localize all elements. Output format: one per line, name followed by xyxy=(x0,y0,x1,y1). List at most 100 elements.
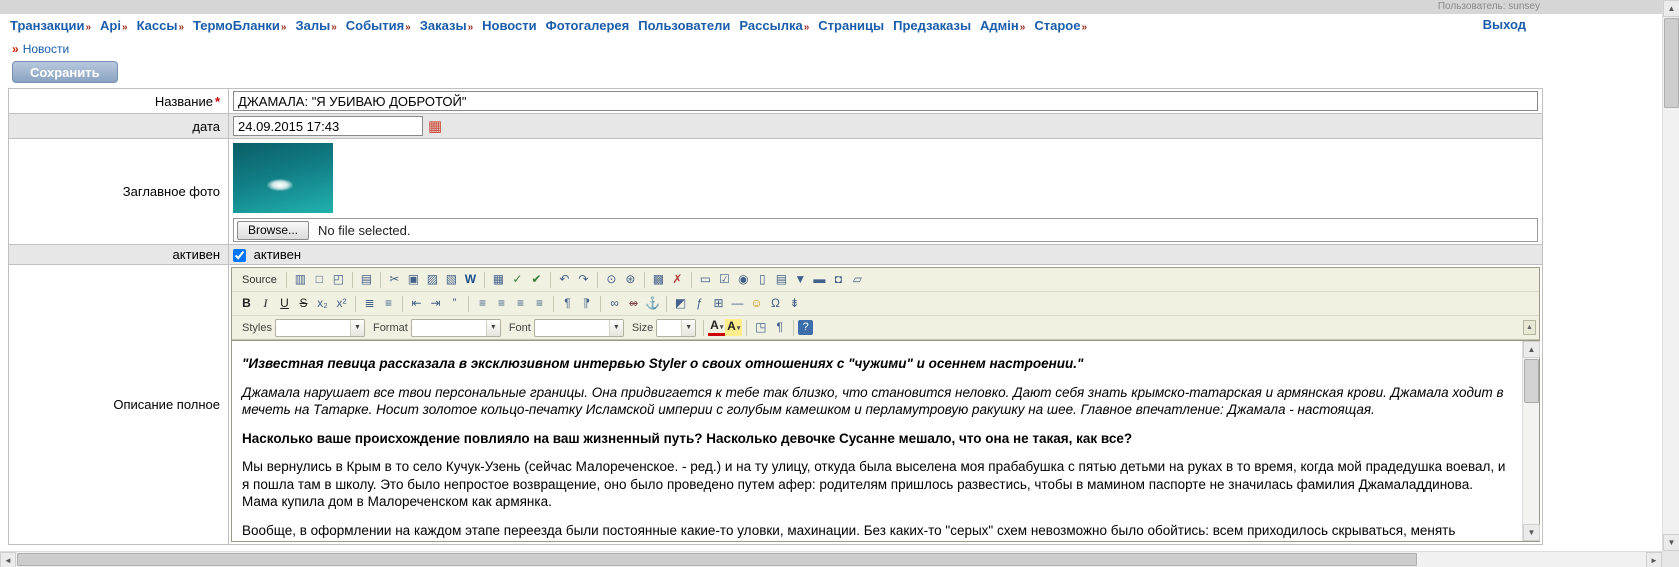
menu-item-news[interactable]: Новости xyxy=(482,18,537,33)
underline-icon[interactable]: U xyxy=(275,294,294,313)
menu-item-users[interactable]: Пользователи xyxy=(638,18,730,33)
menu-item-cash-desks[interactable]: Кассы» xyxy=(137,18,184,33)
save-icon[interactable]: ▥ xyxy=(291,270,310,289)
scroll-up-icon[interactable]: ▲ xyxy=(1663,0,1679,17)
menu-item-halls[interactable]: Залы» xyxy=(295,18,336,33)
replace-icon[interactable]: ⊛ xyxy=(621,270,640,289)
calendar-icon[interactable]: ▦ xyxy=(428,118,442,135)
align-left-icon[interactable]: ≡ xyxy=(473,294,492,313)
checkbox-icon[interactable]: ☑ xyxy=(715,270,734,289)
styles-combo[interactable]: ▼ xyxy=(274,318,365,337)
menu-item-logout[interactable]: Выход xyxy=(1483,17,1526,32)
button-icon[interactable]: ▬ xyxy=(810,270,829,289)
scroll-down-icon[interactable]: ▼ xyxy=(1663,534,1679,551)
hidden-field-icon[interactable]: ▱ xyxy=(848,270,867,289)
paste-text-icon[interactable]: ▧ xyxy=(442,270,461,289)
flash-icon[interactable]: ƒ xyxy=(690,294,709,313)
link-icon[interactable]: ∞ xyxy=(605,294,624,313)
superscript-icon[interactable]: x² xyxy=(332,294,351,313)
show-blocks-icon[interactable]: ¶ xyxy=(770,318,789,337)
bulleted-list-icon[interactable]: ≡ xyxy=(379,294,398,313)
text-color-icon[interactable]: A xyxy=(708,319,726,337)
italic-icon[interactable]: I xyxy=(256,294,275,313)
textarea-icon[interactable]: ▤ xyxy=(772,270,791,289)
menu-item-events[interactable]: События» xyxy=(346,18,411,33)
menu-item-pages[interactable]: Страницы xyxy=(818,18,884,33)
text-direction-rtl-icon[interactable]: ¶ xyxy=(577,294,596,313)
unlink-icon[interactable]: ∞ xyxy=(624,294,643,313)
menu-item-thermo-blanks[interactable]: ТермоБланки» xyxy=(193,18,286,33)
image-button-icon[interactable]: ◘ xyxy=(829,270,848,289)
menu-item-preorders[interactable]: Предзаказы xyxy=(893,18,971,33)
align-center-icon[interactable]: ≡ xyxy=(492,294,511,313)
menu-item-admin[interactable]: Адмін» xyxy=(980,18,1025,33)
editor-scrollbar[interactable]: ▲ ▼ xyxy=(1522,341,1540,542)
page-horizontal-scrollbar[interactable]: ◄ ► xyxy=(0,551,1662,567)
editor-content[interactable]: "Известная певица рассказала в эксклюзив… xyxy=(232,341,1522,541)
page-horizontal-scrollbar-thumb[interactable] xyxy=(17,553,1417,566)
font-combo[interactable]: ▼ xyxy=(533,318,624,337)
subscript-icon[interactable]: x₂ xyxy=(313,294,332,313)
numbered-list-icon[interactable]: ≣ xyxy=(360,294,379,313)
smiley-icon[interactable]: ☺ xyxy=(747,294,766,313)
decrease-indent-icon[interactable]: ⇤ xyxy=(407,294,426,313)
copy-icon[interactable]: ▣ xyxy=(404,270,423,289)
toolbar-collapse-button[interactable]: ▲ xyxy=(1523,320,1536,336)
paste-icon[interactable]: ▨ xyxy=(423,270,442,289)
strikethrough-icon[interactable]: S xyxy=(294,294,313,313)
size-combo[interactable]: ▼ xyxy=(656,318,697,337)
special-character-icon[interactable]: Ω xyxy=(766,294,785,313)
scroll-up-icon[interactable]: ▲ xyxy=(1523,341,1540,359)
text-field-icon[interactable]: ▯ xyxy=(753,270,772,289)
horizontal-rule-icon[interactable]: — xyxy=(728,294,747,313)
menu-item-orders[interactable]: Заказы» xyxy=(420,18,473,33)
preview-icon[interactable]: ◰ xyxy=(329,270,348,289)
menu-item-old[interactable]: Старое» xyxy=(1034,18,1087,33)
browse-button[interactable]: Browse... xyxy=(237,220,310,240)
page-scrollbar-thumb[interactable] xyxy=(1664,18,1679,108)
cut-icon[interactable]: ✂ xyxy=(385,270,404,289)
page-break-icon[interactable]: ⇟ xyxy=(785,294,804,313)
table-icon[interactable]: ⊞ xyxy=(709,294,728,313)
form-icon[interactable]: ▭ xyxy=(696,270,715,289)
scroll-right-icon[interactable]: ► xyxy=(1646,552,1662,567)
spell-check-toggle-icon[interactable]: ✔ xyxy=(527,270,546,289)
text-direction-ltr-icon[interactable]: ¶ xyxy=(558,294,577,313)
undo-icon[interactable]: ↶ xyxy=(555,270,574,289)
anchor-icon[interactable]: ⚓ xyxy=(643,294,662,313)
templates-icon[interactable]: ▤ xyxy=(357,270,376,289)
active-checkbox[interactable] xyxy=(233,249,246,263)
maximize-icon[interactable]: ◳ xyxy=(751,318,770,337)
menu-item-photo-gallery[interactable]: Фотогалерея xyxy=(546,18,630,33)
paste-from-word-icon[interactable]: W xyxy=(461,270,480,289)
scroll-left-icon[interactable]: ◄ xyxy=(0,552,16,567)
breadcrumb-link-news[interactable]: Новости xyxy=(23,42,69,56)
bold-icon[interactable]: B xyxy=(237,294,256,313)
radio-button-icon[interactable]: ◉ xyxy=(734,270,753,289)
menu-item-api[interactable]: Api» xyxy=(100,18,128,33)
save-button[interactable]: Сохранить xyxy=(12,61,118,83)
menu-item-mailing[interactable]: Рассылка» xyxy=(739,18,809,33)
scroll-down-icon[interactable]: ▼ xyxy=(1523,524,1540,542)
page-vertical-scrollbar[interactable]: ▲ ▼ xyxy=(1662,0,1679,567)
about-icon[interactable]: ? xyxy=(798,320,814,336)
select-all-icon[interactable]: ▩ xyxy=(649,270,668,289)
redo-icon[interactable]: ↷ xyxy=(574,270,593,289)
align-right-icon[interactable]: ≡ xyxy=(511,294,530,313)
editor-scrollbar-thumb[interactable] xyxy=(1524,359,1539,404)
title-input[interactable] xyxy=(233,91,1538,111)
justify-icon[interactable]: ≡ xyxy=(530,294,549,313)
date-input[interactable] xyxy=(233,116,423,136)
spell-check-icon[interactable]: ✓ xyxy=(508,270,527,289)
increase-indent-icon[interactable]: ⇥ xyxy=(426,294,445,313)
image-icon[interactable]: ◩ xyxy=(671,294,690,313)
new-page-icon[interactable]: □ xyxy=(310,270,329,289)
background-color-icon[interactable]: A xyxy=(725,319,743,337)
format-combo[interactable]: ▼ xyxy=(410,318,501,337)
blockquote-icon[interactable]: ” xyxy=(445,294,464,313)
select-field-icon[interactable]: ▼ xyxy=(791,270,810,289)
print-icon[interactable]: ▦ xyxy=(489,270,508,289)
remove-format-icon[interactable]: ✗ xyxy=(668,270,687,289)
find-icon[interactable]: ⊙ xyxy=(602,270,621,289)
menu-item-transactions[interactable]: Транзакции» xyxy=(10,18,91,33)
